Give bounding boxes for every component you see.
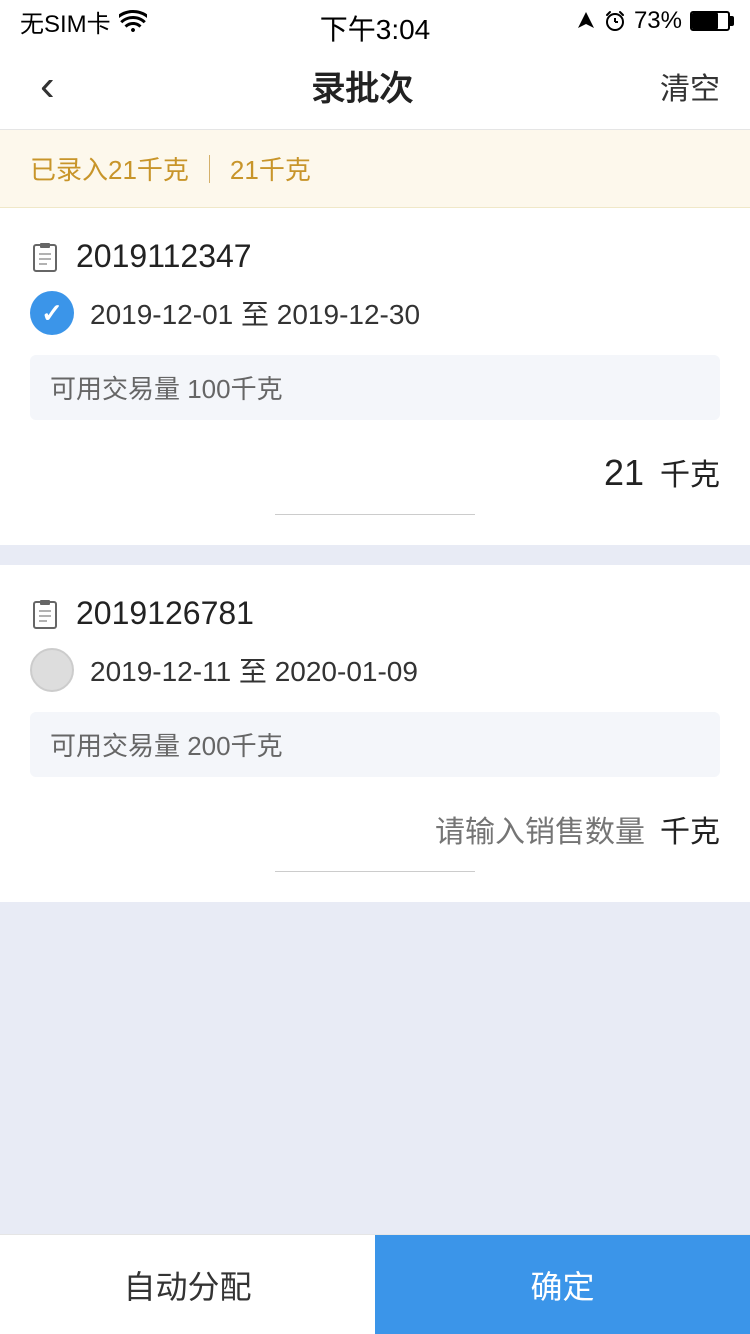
wifi-icon: [119, 10, 147, 32]
quantity-row-1: 21 千克: [30, 440, 720, 514]
status-bar: 无SIM卡 下午3:04 73%: [0, 0, 750, 42]
radio-unchecked-2[interactable]: [30, 648, 74, 692]
batch-card-1: 2019112347 ✓ 2019-12-01 至 2019-12-30 可用交…: [0, 208, 750, 545]
bottom-bar: 自动分配 确定: [0, 1234, 750, 1334]
batch-icon-1: [30, 239, 66, 275]
status-right: 73%: [576, 7, 730, 35]
avail-bar-1: 可用交易量 100千克: [30, 355, 720, 420]
location-icon: [576, 10, 596, 32]
quantity-row-2: 千克: [30, 797, 720, 871]
amount-label: 21千克: [230, 150, 311, 187]
batch-id-2: 2019126781: [76, 595, 254, 632]
batch-icon-2: [30, 596, 66, 632]
battery-icon: [690, 11, 730, 31]
divider-1: [275, 514, 475, 515]
auto-distribute-button[interactable]: 自动分配: [0, 1235, 375, 1334]
clear-button[interactable]: 清空: [660, 64, 720, 108]
date-range-1: 2019-12-01 至 2019-12-30: [90, 293, 420, 333]
quantity-unit-2: 千克: [660, 807, 720, 851]
back-button[interactable]: ‹: [30, 51, 65, 121]
info-bar: 已录入21千克 21千克: [0, 130, 750, 208]
checkmark-1: ✓: [41, 298, 63, 329]
quantity-input-2[interactable]: [360, 816, 660, 850]
carrier-label: 无SIM卡: [20, 4, 111, 39]
batch-header-1: 2019112347: [30, 238, 720, 275]
batch-row-2[interactable]: 2019-12-11 至 2020-01-09: [30, 648, 720, 692]
date-range-2: 2019-12-11 至 2020-01-09: [90, 650, 418, 690]
page-title: 录批次: [311, 61, 413, 110]
nav-bar: ‹ 录批次 清空: [0, 42, 750, 130]
status-time: 下午3:04: [320, 8, 431, 48]
divider-2: [275, 871, 475, 872]
status-left: 无SIM卡: [20, 4, 147, 39]
section-divider: [0, 545, 750, 565]
batch-id-1: 2019112347: [76, 238, 252, 275]
info-divider: [209, 155, 210, 183]
quantity-value-1: 21: [604, 452, 644, 494]
battery-percent: 73%: [634, 7, 682, 35]
batch-card-2: 2019126781 2019-12-11 至 2020-01-09 可用交易量…: [0, 565, 750, 902]
radio-checked-1[interactable]: ✓: [30, 291, 74, 335]
batch-row-1[interactable]: ✓ 2019-12-01 至 2019-12-30: [30, 291, 720, 335]
recorded-label: 已录入21千克: [30, 150, 189, 187]
batch-header-2: 2019126781: [30, 595, 720, 632]
quantity-unit-1: 千克: [660, 450, 720, 494]
alarm-icon: [604, 10, 626, 32]
confirm-button[interactable]: 确定: [375, 1235, 750, 1334]
avail-bar-2: 可用交易量 200千克: [30, 712, 720, 777]
